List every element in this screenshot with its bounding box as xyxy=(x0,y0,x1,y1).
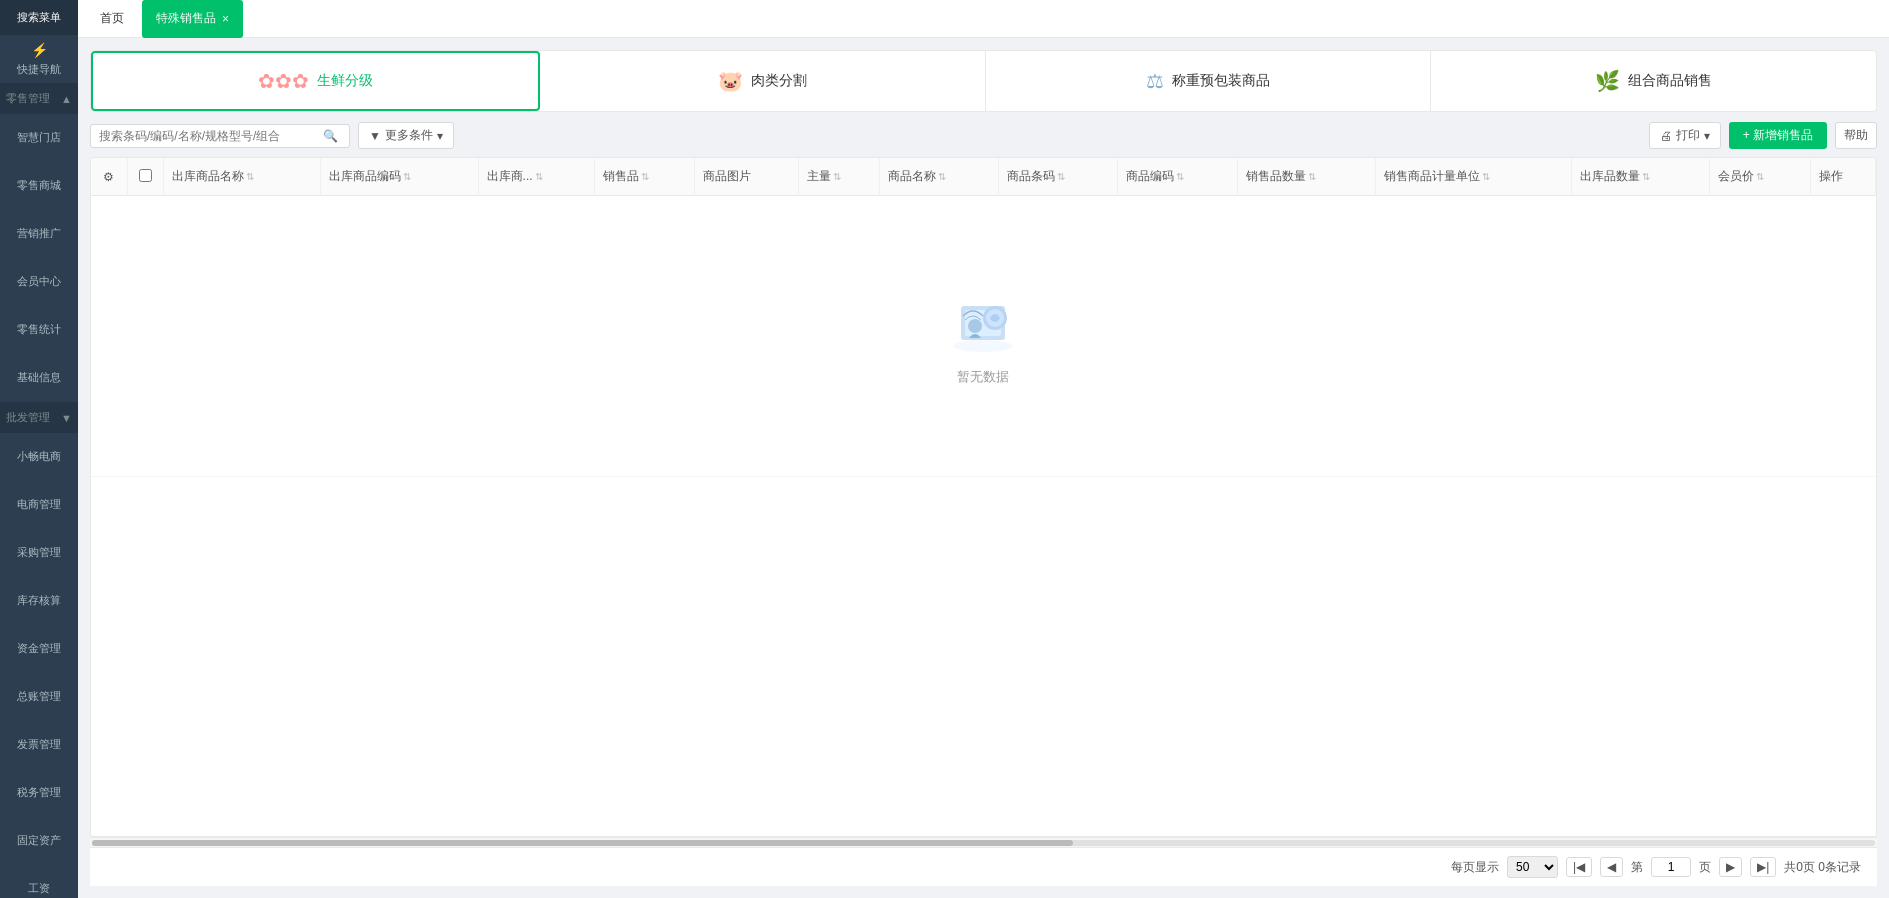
empty-state: 暂无数据 xyxy=(99,206,1868,466)
type-tab-meat-cut[interactable]: 🐷 肉类分割 xyxy=(540,51,986,111)
filter-icon: ▼ xyxy=(369,129,381,143)
type-tabs: ✿✿✿ 生鲜分级 🐷 肉类分割 ⚖ 称重预包装商品 🌿 组合商品销售 xyxy=(90,50,1877,112)
sidebar-item-member-center[interactable]: 会员中心 xyxy=(0,258,78,306)
hscroll-track[interactable] xyxy=(92,840,1875,846)
per-page-label: 每页显示 xyxy=(1451,859,1499,876)
col-check[interactable] xyxy=(127,158,163,196)
chevron-down-icon3: ▾ xyxy=(1704,129,1710,143)
sidebar-item-tax-mgmt[interactable]: 税务管理 xyxy=(0,769,78,817)
type-tab-weight-pack[interactable]: ⚖ 称重预包装商品 xyxy=(986,51,1432,111)
toolbar: 🔍 ▼ 更多条件 ▾ 🖨 打印 ▾ + 新增销售品 帮助 xyxy=(90,122,1877,149)
sidebar-item-wholesale-mgmt[interactable]: 批发管理 ▼ xyxy=(0,402,78,433)
empty-text: 暂无数据 xyxy=(957,368,1009,386)
col-outstock-code[interactable]: 出库商品编码⇅ xyxy=(321,158,479,196)
sidebar-logo: 搜索菜单 xyxy=(0,0,78,35)
sidebar-item-retail-mgmt[interactable]: 零售管理 ▲ xyxy=(0,83,78,114)
col-operation: 操作 xyxy=(1810,158,1875,196)
tab-home[interactable]: 首页 xyxy=(90,0,134,38)
content-area: ✿✿✿ 生鲜分级 🐷 肉类分割 ⚖ 称重预包装商品 🌿 组合商品销售 🔍 xyxy=(78,38,1889,898)
col-weight[interactable]: 主量⇅ xyxy=(798,158,879,196)
col-settings[interactable]: ⚙ xyxy=(91,158,127,196)
last-page-btn[interactable]: ▶| xyxy=(1750,857,1776,877)
col-sales-unit[interactable]: 销售商品计量单位⇅ xyxy=(1376,158,1572,196)
tab-close-icon[interactable]: × xyxy=(222,12,229,26)
sidebar-item-retail-mall[interactable]: 零售商城 xyxy=(0,162,78,210)
sidebar-item-ecom-mgmt[interactable]: 电商管理 xyxy=(0,481,78,529)
type-tab-fresh-grade[interactable]: ✿✿✿ 生鲜分级 xyxy=(91,51,540,111)
topbar: 首页 特殊销售品 × xyxy=(78,0,1889,38)
col-outstock-spec[interactable]: 出库商...⇅ xyxy=(478,158,594,196)
svg-point-5 xyxy=(968,319,982,333)
search-icon: 🔍 xyxy=(323,129,338,143)
print-icon: 🖨 xyxy=(1660,129,1672,143)
filter-button[interactable]: ▼ 更多条件 ▾ xyxy=(358,122,454,149)
tab-special-sales[interactable]: 特殊销售品 × xyxy=(142,0,243,38)
chevron-down-icon: ▲ xyxy=(61,93,72,105)
svg-point-0 xyxy=(953,340,1013,352)
col-outstock-qty[interactable]: 出库品数量⇅ xyxy=(1571,158,1709,196)
chevron-down-icon2: ▼ xyxy=(61,412,72,424)
combo-icon: 🌿 xyxy=(1595,69,1620,93)
col-sales-qty[interactable]: 销售品数量⇅ xyxy=(1237,158,1375,196)
sidebar-item-purchase-mgmt[interactable]: 采购管理 xyxy=(0,529,78,577)
add-button[interactable]: + 新增销售品 xyxy=(1729,122,1827,149)
page-label: 页 xyxy=(1699,859,1711,876)
type-tab-combo[interactable]: 🌿 组合商品销售 xyxy=(1431,51,1876,111)
sidebar-item-general-ledger[interactable]: 总账管理 xyxy=(0,673,78,721)
sidebar: 搜索菜单 ⚡ 快捷导航 零售管理 ▲ 智慧门店 零售商城 营销推广 会员中心 零… xyxy=(0,0,78,898)
col-outstock-name[interactable]: 出库商品名称⇅ xyxy=(163,158,321,196)
sidebar-item-invoice-mgmt[interactable]: 发票管理 xyxy=(0,721,78,769)
next-page-btn[interactable]: ▶ xyxy=(1719,857,1742,877)
col-goods-name[interactable]: 商品名称⇅ xyxy=(879,158,998,196)
fresh-grade-icon: ✿✿✿ xyxy=(258,69,309,93)
sidebar-item-smart-store[interactable]: 智慧门店 xyxy=(0,114,78,162)
per-page-select[interactable]: 50 10 20 100 xyxy=(1507,856,1558,878)
data-table: ⚙ 出库商品名称⇅ 出库商品编码⇅ 出库商...⇅ 销售品⇅ 商品图片 主量⇅ … xyxy=(91,158,1876,477)
hscroll-bar[interactable] xyxy=(90,837,1877,847)
col-goods-barcode[interactable]: 商品条码⇅ xyxy=(999,158,1118,196)
help-button[interactable]: 帮助 xyxy=(1835,122,1877,149)
print-button[interactable]: 🖨 打印 ▾ xyxy=(1649,122,1721,149)
sidebar-item-inventory[interactable]: 库存核算 xyxy=(0,577,78,625)
sidebar-item-retail-stats[interactable]: 零售统计 xyxy=(0,306,78,354)
col-sales-item[interactable]: 销售品⇅ xyxy=(594,158,694,196)
search-input[interactable] xyxy=(99,129,319,143)
col-goods-code[interactable]: 商品编码⇅ xyxy=(1118,158,1237,196)
col-member-price[interactable]: 会员价⇅ xyxy=(1710,158,1810,196)
sidebar-item-finance[interactable]: 资金管理 xyxy=(0,625,78,673)
sidebar-item-salary[interactable]: 工资 xyxy=(0,865,78,898)
col-goods-img: 商品图片 xyxy=(695,158,798,196)
hscroll-thumb[interactable] xyxy=(92,840,1073,846)
sidebar-item-sales-promo[interactable]: 营销推广 xyxy=(0,210,78,258)
meat-cut-icon: 🐷 xyxy=(718,69,743,93)
table-container: ⚙ 出库商品名称⇅ 出库商品编码⇅ 出库商...⇅ 销售品⇅ 商品图片 主量⇅ … xyxy=(90,157,1877,837)
search-box[interactable]: 🔍 xyxy=(90,124,350,148)
empty-illustration xyxy=(943,286,1023,356)
quick-nav-icon: ⚡ xyxy=(31,41,48,61)
total-label: 共0页 0条记录 xyxy=(1784,859,1861,876)
page-input[interactable] xyxy=(1651,857,1691,877)
sidebar-item-basic-info[interactable]: 基础信息 xyxy=(0,354,78,402)
pagination: 每页显示 50 10 20 100 |◀ ◀ 第 页 ▶ ▶| 共0页 0条记录 xyxy=(90,847,1877,886)
sidebar-item-mini-ecom[interactable]: 小畅电商 xyxy=(0,433,78,481)
sidebar-item-quick-nav[interactable]: ⚡ 快捷导航 xyxy=(0,35,78,83)
weight-pack-icon: ⚖ xyxy=(1146,69,1164,93)
chevron-icon: ▾ xyxy=(437,129,443,143)
page-label-prefix: 第 xyxy=(1631,859,1643,876)
prev-page-btn[interactable]: ◀ xyxy=(1600,857,1623,877)
first-page-btn[interactable]: |◀ xyxy=(1566,857,1592,877)
main-area: 首页 特殊销售品 × ✿✿✿ 生鲜分级 🐷 肉类分割 ⚖ 称重预包装商品 🌿 xyxy=(78,0,1889,898)
select-all-checkbox[interactable] xyxy=(139,169,152,182)
sidebar-item-fixed-assets[interactable]: 固定资产 xyxy=(0,817,78,865)
